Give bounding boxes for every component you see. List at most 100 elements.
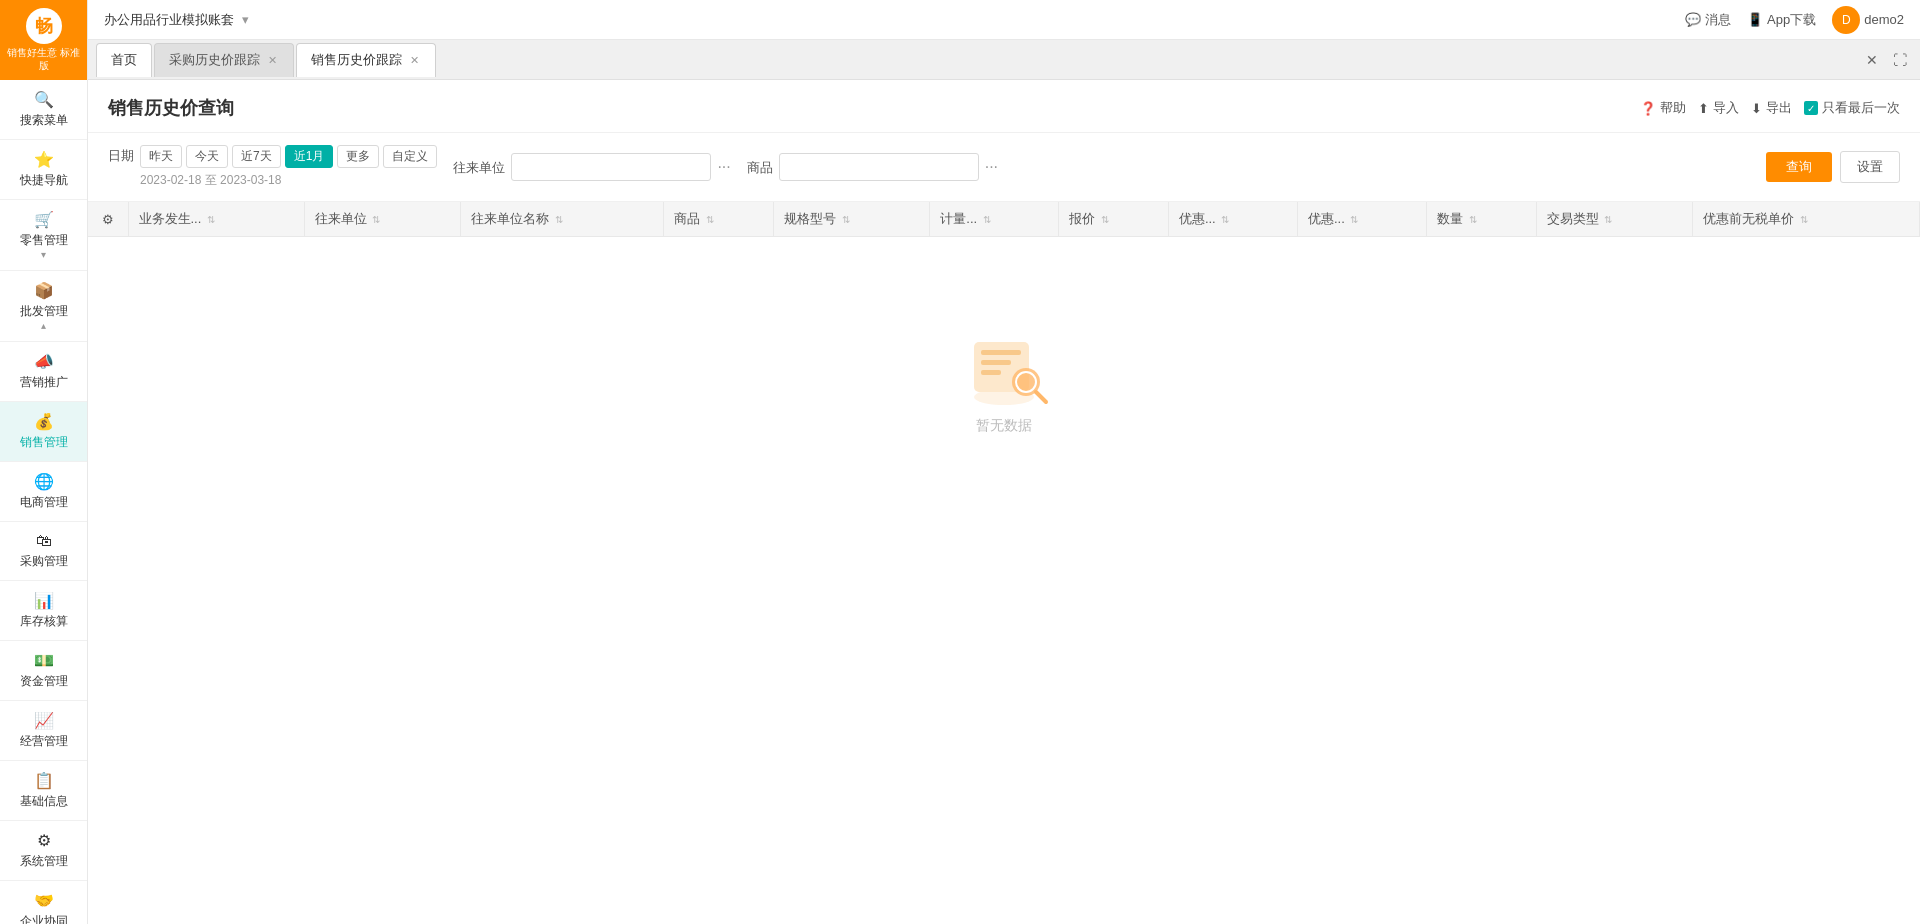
- th-quoted-price[interactable]: 报价 ⇅: [1059, 202, 1168, 237]
- sidebar-item-search-menu[interactable]: 🔍 搜索菜单: [0, 80, 87, 140]
- sidebar-item-wholesale-mgmt[interactable]: 📦 批发管理 ▴: [0, 271, 87, 342]
- sales-tab-label: 销售历史价跟踪: [311, 51, 402, 69]
- sort-icon: ⇅: [1800, 214, 1808, 225]
- data-table: ⚙ 业务发生... ⇅ 往来单位 ⇅ 往来单位名称 ⇅: [88, 202, 1920, 237]
- app-download-label: App下载: [1767, 11, 1816, 29]
- import-button[interactable]: ⬆ 导入: [1698, 99, 1739, 117]
- sidebar-item-finance-mgmt[interactable]: 💵 资金管理: [0, 641, 87, 701]
- home-tab-label: 首页: [111, 51, 137, 69]
- sort-icon: ⇅: [1101, 214, 1109, 225]
- th-from-unit-name[interactable]: 往来单位名称 ⇅: [460, 202, 663, 237]
- th-biz-date[interactable]: 业务发生... ⇅: [128, 202, 304, 237]
- date-btn-custom[interactable]: 自定义: [383, 145, 437, 168]
- sidebar-item-purchase-mgmt[interactable]: 🛍 采购管理: [0, 522, 87, 581]
- query-button[interactable]: 查询: [1766, 152, 1832, 182]
- maximize-button[interactable]: ⛶: [1888, 48, 1912, 72]
- date-btn-1month[interactable]: 近1月: [285, 145, 334, 168]
- user-menu[interactable]: D demo2: [1832, 6, 1904, 34]
- checkbox-checked-icon: ✓: [1804, 101, 1818, 115]
- sort-icon: ⇅: [555, 214, 563, 225]
- collab-icon: 🤝: [34, 891, 54, 910]
- import-label: 导入: [1713, 99, 1739, 117]
- help-button[interactable]: ❓ 帮助: [1640, 99, 1686, 117]
- topbar-chevron-icon[interactable]: ▾: [242, 12, 249, 27]
- sidebar-item-ecommerce-mgmt[interactable]: 🌐 电商管理: [0, 462, 87, 522]
- purchase-icon: 🛍: [36, 532, 52, 550]
- search-icon: 🔍: [34, 90, 54, 109]
- system-icon: ⚙: [37, 831, 51, 850]
- tab-purchase-history[interactable]: 采购历史价跟踪 ✕: [154, 43, 294, 77]
- username-label: demo2: [1864, 12, 1904, 27]
- th-discount2[interactable]: 优惠... ⇅: [1297, 202, 1426, 237]
- date-btn-yesterday[interactable]: 昨天: [140, 145, 182, 168]
- date-btn-today[interactable]: 今天: [186, 145, 228, 168]
- date-btn-7days[interactable]: 近7天: [232, 145, 281, 168]
- sidebar-logo[interactable]: 畅 销售好生意 标准版: [0, 0, 88, 80]
- logo-text: 销售好生意 标准版: [4, 46, 84, 72]
- empty-illustration: [954, 317, 1054, 417]
- basic-info-icon: 📋: [34, 771, 54, 790]
- sidebar-item-label: 销售管理: [20, 434, 68, 451]
- avatar: D: [1832, 6, 1860, 34]
- sort-icon: ⇅: [1350, 214, 1358, 225]
- sidebar-item-label: 经营管理: [20, 733, 68, 750]
- sidebar-item-system-mgmt[interactable]: ⚙ 系统管理: [0, 821, 87, 881]
- sidebar-item-inventory[interactable]: 📊 库存核算: [0, 581, 87, 641]
- sales-tab-close-icon[interactable]: ✕: [408, 52, 421, 69]
- th-quantity[interactable]: 数量 ⇅: [1427, 202, 1536, 237]
- export-label: 导出: [1766, 99, 1792, 117]
- th-trade-type[interactable]: 交易类型 ⇅: [1536, 202, 1692, 237]
- export-button[interactable]: ⬇ 导出: [1751, 99, 1792, 117]
- topbar-left: 办公用品行业模拟账套 ▾: [104, 11, 1685, 29]
- product-picker-button[interactable]: ···: [985, 158, 998, 176]
- th-pretax-price[interactable]: 优惠前无税单价 ⇅: [1692, 202, 1919, 237]
- message-label: 消息: [1705, 11, 1731, 29]
- filter-actions: 查询 设置: [1766, 151, 1900, 183]
- sidebar-item-label: 企业协同: [20, 913, 68, 924]
- topbar: 办公用品行业模拟账套 ▾ 💬 消息 📱 App下载 D demo2: [88, 0, 1920, 40]
- tab-home[interactable]: 首页: [96, 43, 152, 77]
- sidebar-item-label: 电商管理: [20, 494, 68, 511]
- page-header: 销售历史价查询 ❓ 帮助 ⬆ 导入 ⬇ 导出 ✓ 只看最后一次: [88, 80, 1920, 133]
- help-icon: ❓: [1640, 101, 1656, 116]
- app-title: 办公用品行业模拟账套: [104, 11, 234, 29]
- settings-button[interactable]: 设置: [1840, 151, 1900, 183]
- tab-sales-history[interactable]: 销售历史价跟踪 ✕: [296, 43, 436, 77]
- from-unit-picker-button[interactable]: ···: [717, 158, 730, 176]
- message-button[interactable]: 💬 消息: [1685, 11, 1731, 29]
- sidebar-item-ops-mgmt[interactable]: 📈 经营管理: [0, 701, 87, 761]
- th-product[interactable]: 商品 ⇅: [664, 202, 773, 237]
- import-icon: ⬆: [1698, 101, 1709, 116]
- th-spec[interactable]: 规格型号 ⇅: [773, 202, 929, 237]
- sidebar-item-label: 基础信息: [20, 793, 68, 810]
- close-all-tabs-button[interactable]: ✕: [1860, 48, 1884, 72]
- date-filter-group: 日期 昨天 今天 近7天 近1月 更多 自定义 2023-02-18 至 202…: [108, 145, 437, 189]
- sidebar-item-retail-mgmt[interactable]: 🛒 零售管理 ▾: [0, 200, 87, 271]
- sidebar-item-label: 快捷导航: [20, 172, 68, 189]
- product-input[interactable]: [779, 153, 979, 181]
- sidebar-item-enterprise-collab[interactable]: 🤝 企业协同: [0, 881, 87, 924]
- sidebar-item-marketing[interactable]: 📣 营销推广: [0, 342, 87, 402]
- sort-icon: ⇅: [372, 214, 380, 225]
- app-download-button[interactable]: 📱 App下载: [1747, 11, 1816, 29]
- export-icon: ⬇: [1751, 101, 1762, 116]
- only-last-checkbox[interactable]: ✓ 只看最后一次: [1804, 99, 1900, 117]
- page-content: 销售历史价查询 ❓ 帮助 ⬆ 导入 ⬇ 导出 ✓ 只看最后一次: [88, 80, 1920, 924]
- svg-rect-2: [981, 350, 1021, 355]
- th-unit[interactable]: 计量... ⇅: [930, 202, 1059, 237]
- sidebar-item-basic-info[interactable]: 📋 基础信息: [0, 761, 87, 821]
- from-unit-input[interactable]: [511, 153, 711, 181]
- table-settings-col[interactable]: ⚙: [88, 202, 128, 237]
- sort-icon: ⇅: [706, 214, 714, 225]
- purchase-tab-close-icon[interactable]: ✕: [266, 52, 279, 69]
- date-btn-more[interactable]: 更多: [337, 145, 379, 168]
- table-container: ⚙ 业务发生... ⇅ 往来单位 ⇅ 往来单位名称 ⇅: [88, 202, 1920, 515]
- filter-bar: 日期 昨天 今天 近7天 近1月 更多 自定义 2023-02-18 至 202…: [88, 133, 1920, 202]
- svg-rect-4: [981, 370, 1001, 375]
- sort-icon: ⇅: [1469, 214, 1477, 225]
- sidebar-item-label: 营销推广: [20, 374, 68, 391]
- sidebar-item-quick-nav[interactable]: ⭐ 快捷导航: [0, 140, 87, 200]
- sidebar-item-sales-mgmt[interactable]: 💰 销售管理: [0, 402, 87, 462]
- th-discount1[interactable]: 优惠... ⇅: [1168, 202, 1297, 237]
- th-from-unit[interactable]: 往来单位 ⇅: [304, 202, 460, 237]
